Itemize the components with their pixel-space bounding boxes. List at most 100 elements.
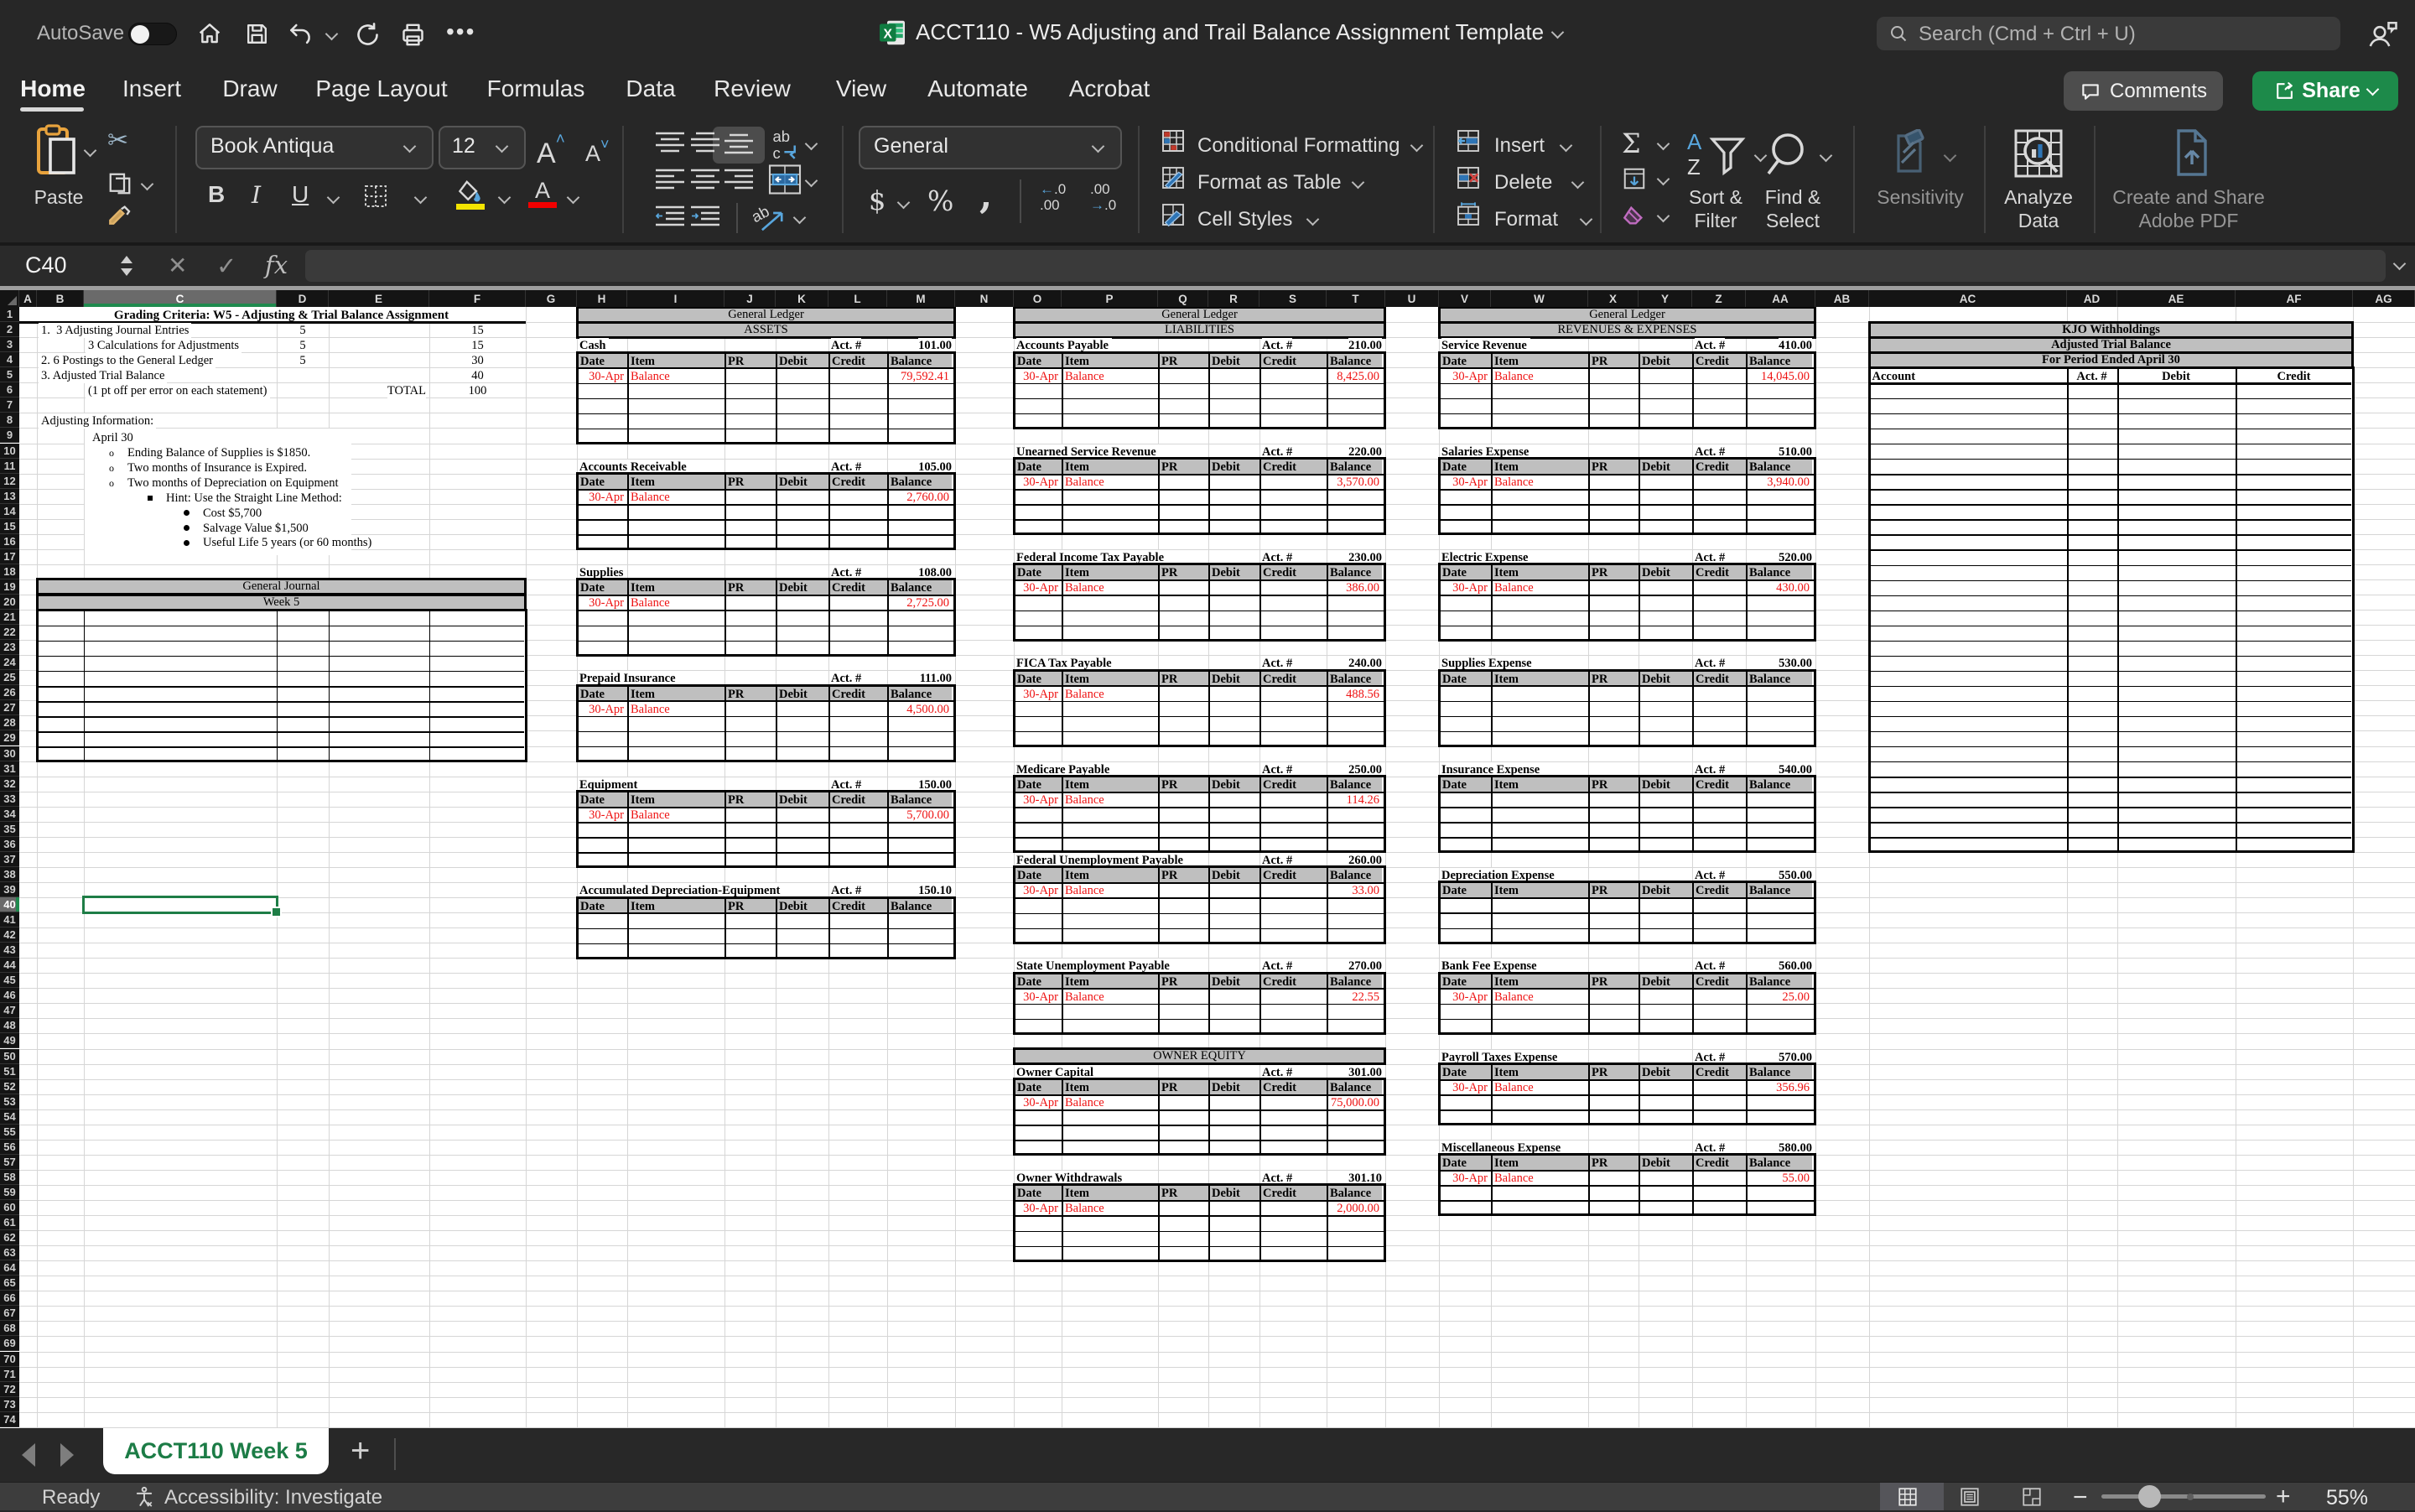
- row-header-21[interactable]: 21: [0, 610, 19, 626]
- row-header-74[interactable]: 74: [0, 1411, 19, 1427]
- row-header-39[interactable]: 39: [0, 881, 19, 897]
- undo-icon[interactable]: [286, 19, 314, 48]
- cut-icon[interactable]: ✂: [107, 126, 128, 155]
- format-as-table-chevron-icon[interactable]: [1351, 175, 1365, 190]
- column-header-N[interactable]: N: [955, 290, 1014, 307]
- row-header-15[interactable]: 15: [0, 518, 19, 534]
- redo-icon[interactable]: [352, 19, 382, 49]
- save-icon[interactable]: [242, 19, 271, 48]
- search-box[interactable]: Search (Cmd + Ctrl + U): [1877, 17, 2340, 50]
- title-chevron-icon[interactable]: [1550, 25, 1565, 39]
- accessibility-icon[interactable]: [132, 1485, 156, 1509]
- view-normal-icon[interactable]: [1897, 1486, 1919, 1508]
- document-title[interactable]: ACCT110 - W5 Adjusting and Trail Balance…: [916, 19, 1544, 45]
- cell-styles-icon[interactable]: [1160, 201, 1187, 228]
- select-all-corner[interactable]: [0, 290, 19, 307]
- cell-styles-label[interactable]: Cell Styles: [1197, 208, 1292, 231]
- font-color-chevron-icon[interactable]: [566, 190, 580, 205]
- tab-automate[interactable]: Automate: [927, 75, 1028, 102]
- row-header-4[interactable]: 4: [0, 352, 19, 368]
- text-orientation-chevron-icon[interactable]: [792, 210, 807, 225]
- column-header-A[interactable]: A: [19, 290, 37, 307]
- column-header-Z[interactable]: Z: [1692, 290, 1746, 307]
- fill-down-icon[interactable]: [1622, 166, 1647, 191]
- row-header-19[interactable]: 19: [0, 579, 19, 595]
- align-right-icon[interactable]: [724, 168, 753, 191]
- column-header-G[interactable]: G: [526, 290, 577, 307]
- row-header-30[interactable]: 30: [0, 746, 19, 761]
- percent-format-icon[interactable]: %: [927, 184, 953, 217]
- formula-input[interactable]: [305, 250, 2386, 282]
- row-header-22[interactable]: 22: [0, 625, 19, 641]
- paste-icon[interactable]: [35, 124, 79, 178]
- column-header-I[interactable]: I: [627, 290, 724, 307]
- underline-chevron-icon[interactable]: [326, 190, 340, 205]
- row-header-57[interactable]: 57: [0, 1154, 19, 1170]
- selection-fill-handle[interactable]: [271, 907, 282, 917]
- comma-format-icon[interactable]: ,: [979, 174, 992, 217]
- row-header-8[interactable]: 8: [0, 413, 19, 429]
- row-header-47[interactable]: 47: [0, 1003, 19, 1019]
- row-header-41[interactable]: 41: [0, 912, 19, 928]
- row-header-34[interactable]: 34: [0, 806, 19, 822]
- delete-cells-chevron-icon[interactable]: [1571, 175, 1585, 190]
- tab-acrobat[interactable]: Acrobat: [1069, 75, 1150, 102]
- row-header-10[interactable]: 10: [0, 443, 19, 459]
- adobe-pdf-label-1[interactable]: Create and Share: [2112, 186, 2265, 209]
- row-header-17[interactable]: 17: [0, 548, 19, 564]
- analyze-data-label-2[interactable]: Data: [2018, 210, 2059, 232]
- sort-filter-label-2[interactable]: Filter: [1694, 210, 1737, 232]
- column-header-Q[interactable]: Q: [1158, 290, 1208, 307]
- row-header-69[interactable]: 69: [0, 1336, 19, 1352]
- align-center-icon[interactable]: [691, 168, 719, 191]
- conditional-formatting-chevron-icon[interactable]: [1410, 138, 1424, 153]
- row-header-55[interactable]: 55: [0, 1124, 19, 1140]
- clear-icon[interactable]: [1620, 202, 1647, 229]
- delete-cells-icon[interactable]: [1455, 164, 1482, 191]
- row-header-36[interactable]: 36: [0, 836, 19, 852]
- analyze-data-icon[interactable]: [2012, 127, 2064, 179]
- align-bottom-icon[interactable]: [724, 132, 753, 156]
- cancel-entry-icon[interactable]: ✕: [168, 252, 187, 279]
- find-select-chevron-icon[interactable]: [1819, 148, 1833, 163]
- row-header-14[interactable]: 14: [0, 503, 19, 519]
- conditional-formatting-icon[interactable]: [1160, 127, 1187, 154]
- row-header-42[interactable]: 42: [0, 927, 19, 943]
- column-header-AC[interactable]: AC: [1869, 290, 2067, 307]
- adobe-pdf-label-2[interactable]: Adobe PDF: [2139, 210, 2239, 232]
- row-header-1[interactable]: 1: [0, 307, 19, 322]
- tab-insert[interactable]: Insert: [122, 75, 181, 102]
- row-header-35[interactable]: 35: [0, 821, 19, 837]
- tab-draw[interactable]: Draw: [222, 75, 277, 102]
- copy-chevron-icon[interactable]: [140, 177, 154, 191]
- column-header-X[interactable]: X: [1588, 290, 1639, 307]
- column-header-AD[interactable]: AD: [2067, 290, 2117, 307]
- format-cells-chevron-icon[interactable]: [1579, 212, 1593, 226]
- row-header-46[interactable]: 46: [0, 988, 19, 1004]
- row-header-24[interactable]: 24: [0, 655, 19, 671]
- format-cells-icon[interactable]: [1455, 201, 1482, 228]
- column-header-H[interactable]: H: [577, 290, 627, 307]
- row-header-33[interactable]: 33: [0, 791, 19, 807]
- row-header-25[interactable]: 25: [0, 670, 19, 686]
- next-sheet-icon[interactable]: [60, 1443, 74, 1467]
- row-header-54[interactable]: 54: [0, 1109, 19, 1125]
- column-header-S[interactable]: S: [1259, 290, 1327, 307]
- row-header-52[interactable]: 52: [0, 1078, 19, 1094]
- merge-center-chevron-icon[interactable]: [804, 174, 818, 188]
- currency-format-icon[interactable]: $: [869, 184, 886, 216]
- column-header-D[interactable]: D: [277, 290, 329, 307]
- row-header-60[interactable]: 60: [0, 1200, 19, 1215]
- column-header-C[interactable]: C: [84, 290, 277, 307]
- column-header-AB[interactable]: AB: [1815, 290, 1869, 307]
- borders-chevron-icon[interactable]: [413, 190, 428, 205]
- name-box[interactable]: C40: [25, 252, 67, 278]
- decrease-indent-icon[interactable]: [656, 205, 684, 228]
- paste-label[interactable]: Paste: [34, 186, 84, 209]
- column-header-J[interactable]: J: [724, 290, 776, 307]
- row-header-48[interactable]: 48: [0, 1018, 19, 1034]
- wrap-text-chevron-icon[interactable]: [804, 137, 818, 151]
- fill-color-icon[interactable]: [456, 179, 485, 210]
- row-header-11[interactable]: 11: [0, 458, 19, 474]
- column-header-B[interactable]: B: [37, 290, 84, 307]
